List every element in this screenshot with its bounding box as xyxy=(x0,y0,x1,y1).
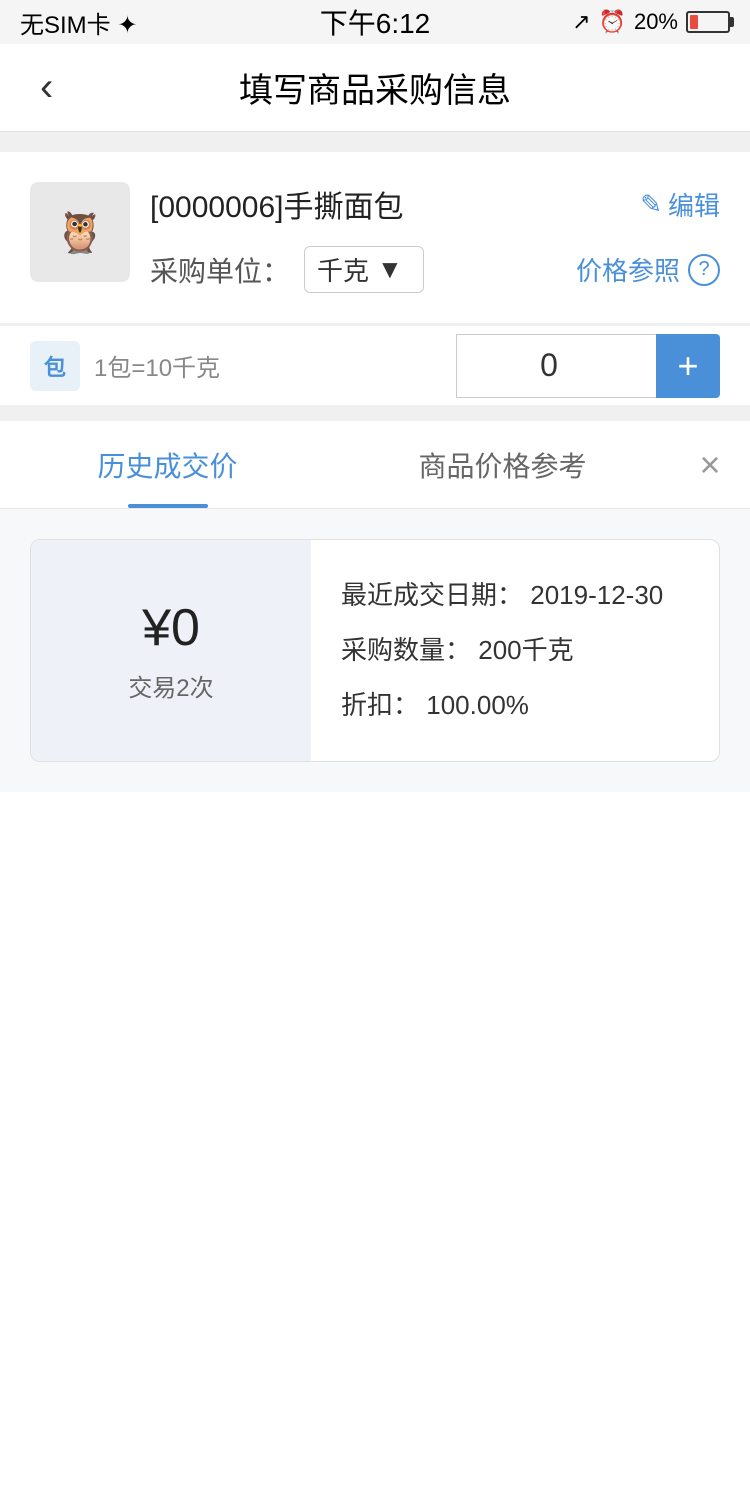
unit-value: 千克 xyxy=(317,251,369,288)
quantity-value: 200千克 xyxy=(478,635,573,665)
info-icon: ? xyxy=(688,254,720,286)
price-ref-link[interactable]: 价格参照 ? xyxy=(576,251,720,288)
unit-select-dropdown[interactable]: 千克 ▼ xyxy=(304,246,424,293)
currency-symbol: ¥ xyxy=(142,599,171,657)
status-time: 下午6:12 xyxy=(320,2,431,42)
quantity-plus-button[interactable]: + xyxy=(656,334,720,398)
product-info: [0000006]手撕面包 ✎ 编辑 采购单位： 千克 ▼ 价格参照 xyxy=(150,182,720,293)
unit-badge: 包 xyxy=(30,341,80,391)
purchase-quantity-row: 采购数量： 200千克 xyxy=(341,631,689,670)
card-price: ¥0 xyxy=(142,598,200,658)
product-image: 🦉 xyxy=(30,182,130,282)
tab-price-ref[interactable]: 商品价格参考 xyxy=(335,421,670,508)
tab-history-price[interactable]: 历史成交价 xyxy=(0,421,335,508)
status-right: ↗ ⏰ 20% xyxy=(572,9,730,35)
recent-date-value: 2019-12-30 xyxy=(530,580,663,610)
tab-bar: 历史成交价 商品价格参考 × xyxy=(0,421,750,509)
product-thumbnail-icon: 🦉 xyxy=(55,209,105,256)
discount-value: 100.00% xyxy=(426,690,529,720)
discount-label: 折扣： xyxy=(341,690,419,720)
status-left: 无SIM卡 ✦ xyxy=(20,5,137,40)
unit-conversion: 1包=10千克 xyxy=(94,348,220,383)
discount-row: 折扣： 100.00% xyxy=(341,686,689,725)
card-left: ¥0 交易2次 xyxy=(31,540,311,761)
recent-date-label: 最近成交日期： xyxy=(341,580,523,610)
battery-icon xyxy=(686,11,730,33)
quantity-input-row: + xyxy=(456,334,720,398)
edit-label: 编辑 xyxy=(668,186,720,223)
nav-bar: ‹ 填写商品采购信息 xyxy=(0,44,750,132)
product-name: [0000006]手撕面包 xyxy=(150,182,403,226)
purchase-unit-label: 采购单位： xyxy=(150,250,290,290)
panel-section: 历史成交价 商品价格参考 × ¥0 交易2次 最近成交日期： 2019-12-3… xyxy=(0,421,750,792)
carrier-text: 无SIM卡 ✦ xyxy=(20,5,137,40)
recent-date-row: 最近成交日期： 2019-12-30 xyxy=(341,576,689,615)
quantity-section: 包 1包=10千克 + xyxy=(0,325,750,405)
purchase-unit-left: 采购单位： 千克 ▼ xyxy=(150,246,424,293)
battery-percent: 20% xyxy=(634,9,678,35)
status-bar: 无SIM卡 ✦ 下午6:12 ↗ ⏰ 20% xyxy=(0,0,750,44)
bottom-space xyxy=(0,792,750,1492)
quantity-label: 采购数量： xyxy=(341,635,471,665)
alarm-icon: ⏰ xyxy=(599,9,626,35)
unit-label: 包 1包=10千克 xyxy=(30,341,220,391)
price-value: 0 xyxy=(171,599,200,657)
purchase-unit-row: 采购单位： 千克 ▼ 价格参照 ? xyxy=(150,246,720,293)
dropdown-icon: ▼ xyxy=(377,254,403,285)
card-transactions: 交易2次 xyxy=(128,668,213,703)
location-icon: ↗ xyxy=(572,9,590,35)
quantity-input[interactable] xyxy=(456,334,656,398)
edit-icon: ✎ xyxy=(640,189,662,220)
product-header: 🦉 [0000006]手撕面包 ✎ 编辑 采购单位： 千克 ▼ xyxy=(30,182,720,293)
card-right: 最近成交日期： 2019-12-30 采购数量： 200千克 折扣： 100.0… xyxy=(311,540,719,761)
edit-link[interactable]: ✎ 编辑 xyxy=(640,186,720,223)
price-ref-label: 价格参照 xyxy=(576,251,680,288)
panel-close-button[interactable]: × xyxy=(670,444,750,486)
panel-content: ¥0 交易2次 最近成交日期： 2019-12-30 采购数量： 200千克 折… xyxy=(0,509,750,792)
back-button[interactable]: ‹ xyxy=(30,55,63,120)
page-title: 填写商品采购信息 xyxy=(239,63,511,112)
product-name-row: [0000006]手撕面包 ✎ 编辑 xyxy=(150,182,720,226)
history-card: ¥0 交易2次 最近成交日期： 2019-12-30 采购数量： 200千克 折… xyxy=(30,539,720,762)
product-section: 🦉 [0000006]手撕面包 ✎ 编辑 采购单位： 千克 ▼ xyxy=(0,152,750,323)
battery-fill xyxy=(690,15,698,29)
